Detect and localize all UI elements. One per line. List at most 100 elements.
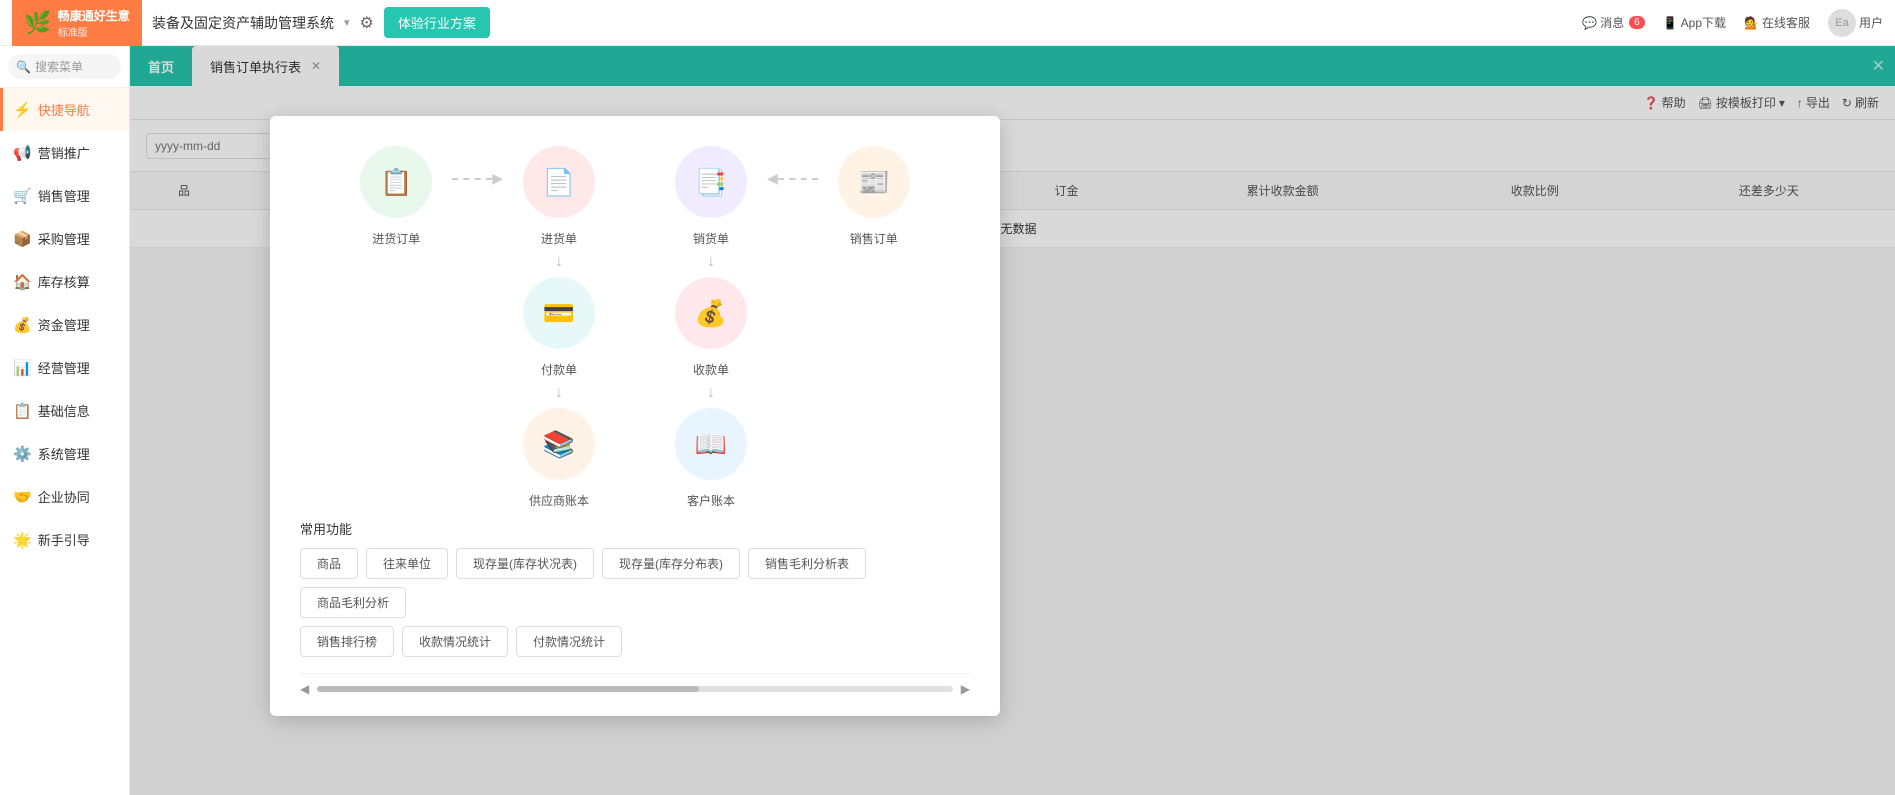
arrow-down-4: ↓ [707, 378, 715, 408]
nav-label-marketing: 营销推广 [38, 143, 90, 162]
nav-label-basic-info: 基础信息 [38, 401, 90, 420]
nav-icon-basic-info: 📋 [13, 402, 32, 420]
func-btn-receipt-stats[interactable]: 收款情况统计 [402, 626, 508, 657]
online-service-label: 在线客服 [1762, 14, 1810, 31]
nav-label-purchase: 采购管理 [38, 229, 90, 248]
sales-order-icon: 📰 [838, 146, 910, 218]
search-icon: 🔍 [16, 60, 31, 74]
app-download-icon: 📱 [1663, 16, 1678, 30]
message-badge: 6 [1629, 16, 1645, 29]
sidebar-item-beginner[interactable]: 🌟 新手引导 [0, 518, 129, 561]
nav-icon-system: ⚙️ [13, 445, 32, 463]
nav-label-beginner: 新手引导 [38, 530, 90, 549]
func-btn-product[interactable]: 商品 [300, 548, 358, 579]
sidebar-item-marketing[interactable]: 📢 营销推广 [0, 131, 129, 174]
nav-label-system: 系统管理 [38, 444, 90, 463]
customer-ledger-label: 客户账本 [687, 492, 735, 509]
func-btn-stock-dist[interactable]: 现存量(库存分布表) [602, 548, 740, 579]
nav-label-enterprise: 企业协同 [38, 487, 90, 506]
sidebar-search-btn[interactable]: 🔍 搜索菜单 [8, 54, 121, 79]
modal-scrollbar: ◀ ▶ [300, 673, 970, 696]
user-avatar: Ea [1828, 9, 1856, 37]
sales-bill-icon: 📑 [675, 146, 747, 218]
logo-text-area: 畅康通好生意 标准版 [58, 7, 130, 39]
logo-sub: 标准版 [58, 24, 130, 39]
sidebar-item-enterprise[interactable]: 🤝 企业协同 [0, 475, 129, 518]
supplier-ledger-icon: 📚 [523, 408, 595, 480]
scroll-right-arrow[interactable]: ▶ [961, 682, 970, 696]
flow-node-payment[interactable]: 💳 付款单 [503, 277, 615, 378]
sidebar-item-operations[interactable]: 📊 经营管理 [0, 346, 129, 389]
sidebar-nav: ⚡ 快捷导航 📢 营销推广 🛒 销售管理 📦 采购管理 🏠 库存核算 [0, 88, 129, 795]
func-btn-partner[interactable]: 往来单位 [366, 548, 448, 579]
nav-icon-marketing: 📢 [13, 144, 32, 162]
logo-icon: 🌿 [24, 10, 51, 36]
scroll-track[interactable] [317, 686, 953, 692]
func-btn-sales-rank[interactable]: 销售排行榜 [300, 626, 394, 657]
payment-label: 付款单 [541, 361, 577, 378]
logo-text: 畅康通好生意 [58, 7, 130, 24]
flow-node-purchase-bill[interactable]: 📄 进货单 [503, 146, 615, 247]
sidebar-item-system[interactable]: ⚙️ 系统管理 [0, 432, 129, 475]
nav-icon-inventory: 🏠 [13, 273, 32, 291]
supplier-ledger-label: 供应商账本 [529, 492, 589, 509]
nav-icon-operations: 📊 [13, 359, 32, 377]
customer-ledger-icon: 📖 [675, 408, 747, 480]
user-menu[interactable]: Ea 用户 [1828, 9, 1883, 37]
settings-icon[interactable]: ⚙ [360, 13, 374, 33]
nav-icon-finance: 💰 [13, 316, 32, 334]
sidebar-item-quick-nav[interactable]: ⚡ 快捷导航 [0, 88, 129, 131]
func-buttons-row1: 商品 往来单位 现存量(库存状况表) 现存量(库存分布表) 销售毛利分析表 商品… [300, 548, 970, 618]
flow-node-customer-ledger[interactable]: 📖 客户账本 [655, 408, 767, 509]
nav-label-inventory: 库存核算 [38, 272, 90, 291]
common-funcs-title: 常用功能 [300, 519, 970, 538]
app-download-btn[interactable]: 📱 App下载 [1663, 14, 1726, 31]
sales-order-label: 销售订单 [850, 230, 898, 247]
arrow-down-3: ↓ [555, 378, 563, 408]
sidebar-item-purchase[interactable]: 📦 采购管理 [0, 217, 129, 260]
sidebar-item-sales[interactable]: 🛒 销售管理 [0, 174, 129, 217]
func-btn-product-margin[interactable]: 商品毛利分析 [300, 587, 406, 618]
scroll-thumb [317, 686, 698, 692]
purchase-bill-icon: 📄 [523, 146, 595, 218]
arrow-down-2: ↓ [707, 247, 715, 277]
logo-area: 🌿 畅康通好生意 标准版 [12, 0, 142, 46]
flow-node-supplier-ledger[interactable]: 📚 供应商账本 [503, 408, 615, 509]
top-bar-left: 🌿 畅康通好生意 标准版 装备及固定资产辅助管理系统 ▾ ⚙ 体验行业方案 [12, 0, 490, 46]
flow-node-sales-order[interactable]: 📰 销售订单 [818, 146, 930, 247]
flow-node-purchase-order[interactable]: 📋 进货订单 [340, 146, 452, 247]
nav-icon-purchase: 📦 [13, 230, 32, 248]
func-btn-sales-margin[interactable]: 销售毛利分析表 [748, 548, 866, 579]
online-service-btn[interactable]: 💁 在线客服 [1744, 14, 1810, 31]
sidebar: 🔍 搜索菜单 ⚡ 快捷导航 📢 营销推广 🛒 销售管理 [0, 46, 130, 795]
message-icon: 💬 [1582, 16, 1597, 30]
col-sales-bill: 📑 销货单 ↓ 💰 收款单 ↓ 📖 客户账本 [655, 146, 767, 509]
nav-icon-beginner: 🌟 [13, 531, 32, 549]
modal-overlay[interactable]: 📋 进货订单 ▶ 📄 进货单 [130, 46, 1895, 795]
user-name: 用户 [1859, 14, 1883, 31]
nav-icon-sales: 🛒 [13, 187, 32, 205]
message-label: 消息 [1600, 14, 1624, 31]
top-bar: 🌿 畅康通好生意 标准版 装备及固定资产辅助管理系统 ▾ ⚙ 体验行业方案 💬 … [0, 0, 1895, 46]
scroll-left-arrow[interactable]: ◀ [300, 682, 309, 696]
nav-label-finance: 资金管理 [38, 315, 90, 334]
search-placeholder: 搜索菜单 [35, 58, 83, 75]
common-funcs-section: 常用功能 商品 往来单位 现存量(库存状况表) 现存量(库存分布表) 销售毛利分… [300, 519, 970, 657]
experience-btn[interactable]: 体验行业方案 [384, 7, 490, 38]
func-btn-stock-status[interactable]: 现存量(库存状况表) [456, 548, 594, 579]
payment-icon: 💳 [523, 277, 595, 349]
system-title-arrow[interactable]: ▾ [344, 16, 350, 29]
sidebar-search-area: 🔍 搜索菜单 [0, 46, 129, 88]
nav-icon-quick: ⚡ [13, 101, 32, 119]
col-purchase-bill: 📄 进货单 ↓ 💳 付款单 ↓ 📚 供应商账本 [503, 146, 615, 509]
nav-icon-enterprise: 🤝 [13, 488, 32, 506]
sidebar-item-finance[interactable]: 💰 资金管理 [0, 303, 129, 346]
flow-node-sales-bill[interactable]: 📑 销货单 [655, 146, 767, 247]
app-download-label: App下载 [1681, 14, 1726, 31]
sidebar-item-inventory[interactable]: 🏠 库存核算 [0, 260, 129, 303]
func-btn-payment-stats[interactable]: 付款情况统计 [516, 626, 622, 657]
message-btn[interactable]: 💬 消息 6 [1582, 14, 1645, 31]
flow-node-receipt[interactable]: 💰 收款单 [655, 277, 767, 378]
online-service-icon: 💁 [1744, 16, 1759, 30]
sidebar-item-basic-info[interactable]: 📋 基础信息 [0, 389, 129, 432]
